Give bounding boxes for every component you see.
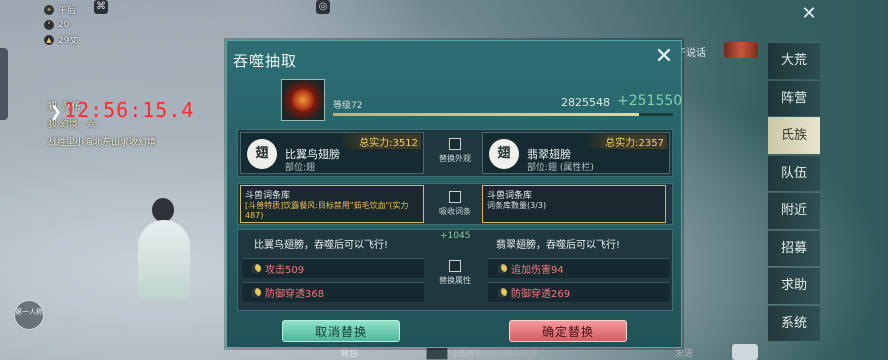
moon-icon xyxy=(498,264,507,273)
close-icon[interactable]: ✕ xyxy=(653,46,675,69)
source-attr-heading: 比翼鸟翅膀，吞噬后可以飞行! xyxy=(254,240,389,251)
target-attr-item: 追加伤害94 xyxy=(488,258,670,278)
target-attr-heading: 翡翠翅膀，吞噬后可以飞行! xyxy=(496,240,621,251)
temperature-icon: ° xyxy=(44,19,54,30)
collapse-x-icon[interactable]: ✕ xyxy=(800,5,818,24)
player-dress xyxy=(138,220,190,300)
target-library-heading: 斗兽词条库 xyxy=(487,191,533,201)
menu-item-duiwu[interactable]: 队伍 xyxy=(768,154,820,191)
replace-look-toggle[interactable]: 替换外观 xyxy=(430,138,480,164)
moon-icon xyxy=(498,288,507,297)
item-compare-row: 翅 比翼鸟翅膀 部位:翅 总实力:3512 替换外观 翅 翡翠翅膀 部位:翅 (… xyxy=(237,129,673,177)
source-trait-library[interactable]: 斗兽词条库 [斗兽特质]饮露餐风:目标禁用"茹毛饮血"(实力487) xyxy=(240,185,424,223)
hud-temperature-value: 20 xyxy=(58,19,70,30)
source-attr-value: 攻击509 xyxy=(265,265,305,276)
item-glyph xyxy=(292,89,314,111)
target-attr-value: 防御穿透269 xyxy=(511,289,571,300)
absorb-trait-label: 吸收词条 xyxy=(439,207,471,216)
menu-item-xitong[interactable]: 系统 xyxy=(768,304,820,341)
target-attr-item: 防御穿透269 xyxy=(488,282,670,302)
player-character xyxy=(128,192,198,312)
target-item-power: 总实力:2357 xyxy=(585,134,667,149)
collapse-arrow-icon[interactable]: ❯ xyxy=(50,104,62,120)
rock-terrain xyxy=(0,48,8,120)
level-progress-fill xyxy=(333,113,639,116)
hud-map-button[interactable]: ⌘ xyxy=(94,0,108,14)
mountain-icon: ▲ xyxy=(44,34,54,45)
attr-gain: +1045 xyxy=(440,231,471,241)
map-icon: ⌘ xyxy=(96,1,106,12)
replace-attr-checkbox[interactable] xyxy=(449,260,461,272)
moon-icon xyxy=(252,264,261,273)
menu-item-zhaomu[interactable]: 招募 xyxy=(768,229,820,266)
source-attr-item: 攻击509 xyxy=(242,258,424,278)
replace-look-label: 替换外观 xyxy=(439,154,471,163)
absorb-trait-toggle[interactable]: 吸收词条 xyxy=(430,191,480,217)
source-attr-item: 防御穿透368 xyxy=(242,282,424,302)
menu-item-qiuzhu[interactable]: 求助 xyxy=(768,267,820,304)
source-item-card[interactable]: 翅 比翼鸟翅膀 部位:翅 总实力:3512 xyxy=(240,132,424,174)
menu-item-shizu[interactable]: 氏族 xyxy=(768,117,820,154)
source-item-slot: 部位:翅 xyxy=(285,163,316,173)
source-library-trait: [斗兽特质]饮露餐风:目标禁用"茹毛饮血"(实力487) xyxy=(245,201,409,220)
player-hair xyxy=(152,198,174,222)
absorb-trait-checkbox[interactable] xyxy=(449,191,461,203)
right-menu: 大荒 阵营 氏族 队伍 附近 招募 求助 系统 xyxy=(768,42,820,342)
hud-altitude-value: 29丈 xyxy=(58,36,79,46)
timer-readout: 12:56:15.4 xyxy=(64,98,195,122)
hud-stat-temperature: ° 20 xyxy=(44,17,104,32)
confirm-replace-button[interactable]: 确定替换 xyxy=(509,320,627,342)
target-library-count: 词条库数量(3/3) xyxy=(487,201,547,210)
target-attr-value: 追加伤害94 xyxy=(511,265,564,276)
wing-item-icon[interactable] xyxy=(281,79,325,121)
cancel-replace-button[interactable]: 取消替换 xyxy=(282,320,400,342)
wing-icon: 翅 xyxy=(247,139,277,169)
total-score: 2825548 xyxy=(561,96,610,109)
wing-icon: 翅 xyxy=(489,139,519,169)
menu-item-dahuang[interactable]: 大荒 xyxy=(768,42,820,79)
emoji-icon[interactable] xyxy=(732,344,758,360)
target-item-card[interactable]: 翅 翡翠翅膀 部位:翅 (属性栏) 总实力:2357 xyxy=(482,132,670,174)
source-item-power: 总实力:3512 xyxy=(339,134,421,149)
sun-icon: ☀ xyxy=(44,4,54,15)
clan-emblem xyxy=(724,42,758,58)
dialog-title: 吞噬抽取 xyxy=(233,52,298,70)
first-person-button[interactable]: 第一人称 xyxy=(14,300,44,330)
replace-attr-label: 替换属性 xyxy=(439,276,471,285)
trait-library-row: 斗兽词条库 [斗兽特质]饮露餐风:目标禁用"茹毛饮血"(实力487) 吸收词条 … xyxy=(237,183,673,225)
source-library-heading: 斗兽词条库 xyxy=(245,191,291,201)
hud-time-value: 午后 xyxy=(58,6,77,16)
devour-extract-dialog: 吞噬抽取 ✕ 等级72 2825548 +251550 翅 比翼鸟翅膀 部位:翅… xyxy=(226,40,682,348)
quest-icon: ◎ xyxy=(318,1,328,12)
hud-quest-button[interactable]: ◎ xyxy=(316,0,330,14)
hud-stat-altitude: ▲ 29丈 xyxy=(44,32,104,47)
level-progress-bar xyxy=(333,113,673,116)
source-attr-value: 防御穿透368 xyxy=(265,289,325,300)
target-trait-library[interactable]: 斗兽词条库 词条库数量(3/3) xyxy=(482,185,666,223)
menu-item-zhenying[interactable]: 阵营 xyxy=(768,79,820,116)
replace-look-checkbox[interactable] xyxy=(449,138,461,150)
item-level: 等级72 xyxy=(333,101,363,111)
moon-icon xyxy=(252,288,261,297)
menu-item-fujin[interactable]: 附近 xyxy=(768,192,820,229)
replace-attr-toggle[interactable]: 替换属性 xyxy=(430,260,480,286)
chat-line: 战胜里小海北东山求收幻境 xyxy=(48,138,157,148)
score-gain: +251550 xyxy=(617,93,683,109)
target-item-slot: 部位:翅 (属性栏) xyxy=(527,163,594,173)
attribute-row: 比翼鸟翅膀，吞噬后可以飞行! +1045 翡翠翅膀，吞噬后可以飞行! 攻击509… xyxy=(237,229,673,311)
